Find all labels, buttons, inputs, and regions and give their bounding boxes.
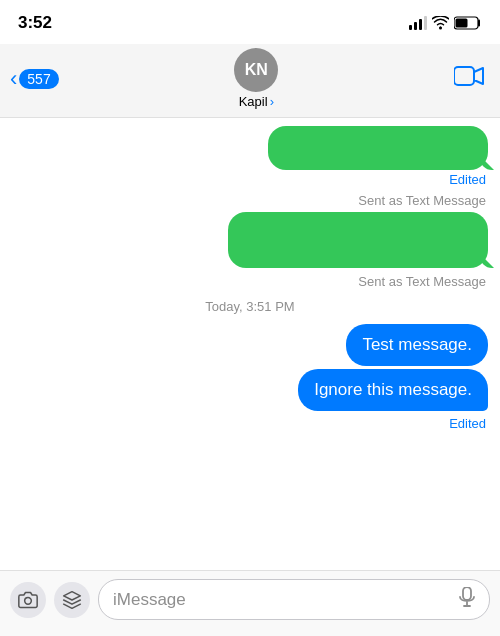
imessage-input-wrap[interactable]: iMessage bbox=[98, 579, 490, 620]
video-call-button[interactable] bbox=[454, 65, 484, 93]
signal-icon bbox=[409, 16, 427, 30]
blue-bubble-2-text: Ignore this message. bbox=[314, 380, 472, 399]
back-badge: 557 bbox=[19, 69, 58, 89]
back-button[interactable]: ‹ 557 bbox=[10, 68, 59, 90]
svg-rect-2 bbox=[456, 19, 468, 28]
sent-as-text-2: Sent as Text Message bbox=[358, 274, 486, 289]
blue-bubble-2[interactable]: Ignore this message. bbox=[298, 369, 488, 411]
appstore-icon bbox=[62, 590, 82, 610]
message-green-1: Edited bbox=[12, 126, 488, 187]
timestamp: Today, 3:51 PM bbox=[12, 299, 488, 314]
status-time: 3:52 bbox=[18, 13, 52, 33]
svg-rect-5 bbox=[463, 587, 471, 600]
wifi-icon bbox=[432, 16, 449, 30]
contact-name-text: Kapil bbox=[239, 94, 268, 109]
input-bar: iMessage bbox=[0, 570, 500, 636]
camera-icon bbox=[18, 590, 38, 610]
blue-bubble-1[interactable]: Test message. bbox=[346, 324, 488, 366]
battery-icon bbox=[454, 16, 482, 30]
green-bubble-1[interactable] bbox=[268, 126, 488, 170]
messages-area: Edited Sent as Text Message Sent as Text… bbox=[0, 118, 500, 502]
mic-icon bbox=[459, 587, 475, 612]
appstore-button[interactable] bbox=[54, 582, 90, 618]
nav-header: ‹ 557 KN Kapil › bbox=[0, 44, 500, 118]
status-bar: 3:52 bbox=[0, 0, 500, 44]
svg-point-4 bbox=[25, 597, 32, 604]
avatar: KN bbox=[234, 48, 278, 92]
message-blue-group: Test message. Ignore this message. Edite… bbox=[12, 324, 488, 431]
message-green-2 bbox=[12, 212, 488, 268]
back-chevron-icon: ‹ bbox=[10, 68, 17, 90]
camera-button[interactable] bbox=[10, 582, 46, 618]
edited-label-1: Edited bbox=[449, 172, 486, 187]
status-icons bbox=[409, 16, 482, 30]
sent-as-text-1: Sent as Text Message bbox=[358, 193, 486, 208]
contact-info[interactable]: KN Kapil › bbox=[234, 48, 278, 109]
contact-name-row: Kapil › bbox=[239, 94, 274, 109]
blue-bubble-1-text: Test message. bbox=[362, 335, 472, 354]
svg-point-0 bbox=[439, 27, 442, 30]
edited-label-2: Edited bbox=[449, 416, 486, 431]
green-bubble-2[interactable] bbox=[228, 212, 488, 268]
contact-chevron-icon: › bbox=[270, 94, 274, 109]
imessage-placeholder: iMessage bbox=[113, 590, 186, 610]
svg-rect-3 bbox=[454, 67, 474, 85]
